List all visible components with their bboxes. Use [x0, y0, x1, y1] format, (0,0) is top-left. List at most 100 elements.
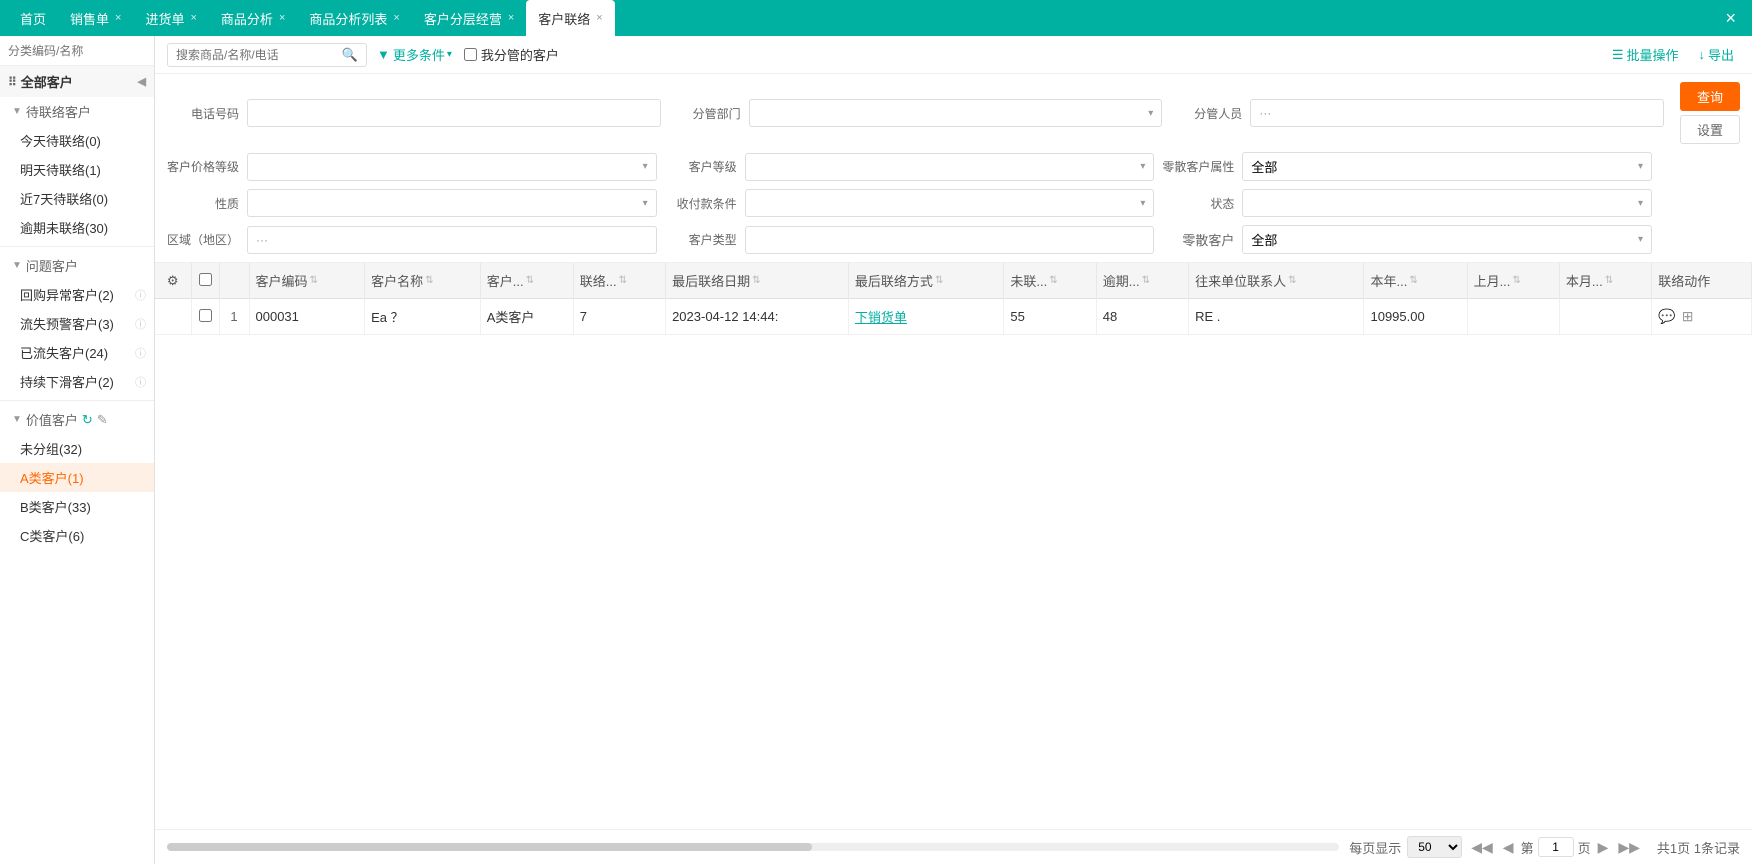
- th-this-month[interactable]: 本月... ⇅: [1559, 263, 1651, 299]
- info-icon-repurchase: ⓘ: [135, 287, 146, 303]
- sidebar-item-declining[interactable]: 持续下滑客户(2) ⓘ: [0, 367, 154, 396]
- status-select[interactable]: ▾: [1242, 189, 1652, 217]
- th-this-year[interactable]: 本年... ⇅: [1364, 263, 1467, 299]
- manager-more[interactable]: ···: [1259, 106, 1271, 120]
- close-customer-tier[interactable]: ×: [508, 12, 514, 24]
- phone-input[interactable]: [247, 99, 661, 127]
- content-area: 🔍 ▼ 更多条件 ▾ 我分管的客户 ☰ 批量操作 ↓ 导出: [155, 36, 1752, 864]
- per-page-select[interactable]: 50 20 100: [1407, 836, 1462, 858]
- page-num-input[interactable]: [1538, 837, 1574, 857]
- close-customer-contact[interactable]: ×: [596, 12, 602, 24]
- nav-analysis[interactable]: 商品分析 ×: [209, 0, 297, 36]
- sidebar-item-b-class[interactable]: B类客户(33): [0, 492, 154, 521]
- export-btn[interactable]: ↓ 导出: [1692, 42, 1740, 67]
- th-not-contacted[interactable]: 未联... ⇅: [1004, 263, 1096, 299]
- td-last-date: 2023-04-12 14:44:: [666, 299, 849, 335]
- th-settings[interactable]: ⚙: [155, 263, 191, 299]
- problem-customers-group[interactable]: ▼ 问题客户: [0, 251, 154, 280]
- nature-select[interactable]: ▾: [247, 189, 657, 217]
- chat-icon[interactable]: 💬: [1658, 308, 1675, 325]
- manager-select[interactable]: ···: [1250, 99, 1664, 127]
- sidebar-item-churn-warn[interactable]: 流失预警客户(3) ⓘ: [0, 309, 154, 338]
- payment-select[interactable]: ▾: [745, 189, 1155, 217]
- th-code[interactable]: 客户编码 ⇅: [249, 263, 365, 299]
- close-analysis-list[interactable]: ×: [393, 12, 399, 24]
- last-method-link[interactable]: 下销货单: [855, 310, 907, 325]
- sidebar-item-overdue[interactable]: 逾期未联络(30): [0, 213, 154, 242]
- my-customers-input[interactable]: [464, 48, 477, 61]
- sort-icon-this-month: ⇅: [1605, 275, 1613, 286]
- table-area: ⚙ 客户编码 ⇅ 客户名称: [155, 263, 1752, 829]
- sidebar-item-7days[interactable]: 近7天待联络(0): [0, 184, 154, 213]
- region-more[interactable]: ···: [256, 233, 268, 247]
- nav-purchase[interactable]: 进货单 ×: [133, 0, 208, 36]
- nav-sales[interactable]: 销售单 ×: [58, 0, 133, 36]
- nav-customer-tier[interactable]: 客户分层经营 ×: [412, 0, 526, 36]
- payment-field: 收付款条件 ▾: [665, 189, 1155, 217]
- my-customers-checkbox[interactable]: 我分管的客户: [464, 45, 559, 64]
- retail-customer-field: 零散客户 全部 ▾: [1162, 225, 1652, 254]
- qr-icon[interactable]: ⊞: [1682, 308, 1694, 325]
- nav-customer-contact[interactable]: 客户联络 ×: [526, 0, 614, 36]
- th-contact[interactable]: 联络... ⇅: [573, 263, 665, 299]
- td-check[interactable]: [191, 299, 219, 335]
- settings-btn[interactable]: 设置: [1680, 115, 1740, 144]
- th-last-date[interactable]: 最后联络日期 ⇅: [666, 263, 849, 299]
- th-unit-contact[interactable]: 往来单位联系人 ⇅: [1189, 263, 1364, 299]
- td-overdue: 48: [1096, 299, 1188, 335]
- close-all-btn[interactable]: ×: [1717, 8, 1744, 29]
- value-refresh-icon[interactable]: ↻: [82, 412, 93, 428]
- filter-search-input[interactable]: [176, 48, 342, 62]
- td-this-year: 10995.00: [1364, 299, 1467, 335]
- row-checkbox[interactable]: [199, 309, 212, 322]
- th-overdue[interactable]: 逾期... ⇅: [1096, 263, 1188, 299]
- retail-attr-select[interactable]: 全部 ▾: [1242, 152, 1652, 181]
- value-customers-group[interactable]: ▼ 价值客户 ↻ ✎: [0, 405, 154, 434]
- sidebar-item-repurchase[interactable]: 回购异常客户(2) ⓘ: [0, 280, 154, 309]
- h-scrollbar-thumb[interactable]: [167, 843, 812, 851]
- dept-select[interactable]: ▾: [749, 99, 1163, 127]
- sidebar-item-tomorrow[interactable]: 明天待联络(1): [0, 155, 154, 184]
- close-purchase[interactable]: ×: [190, 12, 196, 24]
- sidebar-item-ungrouped[interactable]: 未分组(32): [0, 434, 154, 463]
- batch-icon: ☰: [1612, 47, 1624, 63]
- collapse-sidebar-btn[interactable]: ◀: [138, 75, 146, 88]
- customer-type-input[interactable]: [745, 226, 1155, 254]
- h-scrollbar[interactable]: [167, 843, 1339, 851]
- select-all-checkbox[interactable]: [199, 273, 212, 286]
- prev-page-btn[interactable]: ◀: [1500, 839, 1517, 856]
- td-action: 💬 ⊞: [1652, 299, 1752, 335]
- nav-analysis-list[interactable]: 商品分析列表 ×: [297, 0, 411, 36]
- sidebar-item-a-class[interactable]: A类客户(1): [0, 463, 154, 492]
- all-customers-header[interactable]: ⠿ 全部客户 ◀: [0, 66, 154, 97]
- sidebar-item-c-class[interactable]: C类客户(6): [0, 521, 154, 550]
- filter-row-1: 电话号码 分管部门 ▾ 分管人员 ···: [167, 82, 1740, 144]
- phone-field: 电话号码: [167, 99, 661, 127]
- th-check[interactable]: [191, 263, 219, 299]
- batch-operation-btn[interactable]: ☰ 批量操作: [1606, 42, 1685, 67]
- sidebar-search-input[interactable]: [8, 44, 155, 58]
- sidebar-item-churned[interactable]: 已流失客户(24) ⓘ: [0, 338, 154, 367]
- pending-contact-group[interactable]: ▼ 待联络客户: [0, 97, 154, 126]
- close-analysis[interactable]: ×: [279, 12, 285, 24]
- nav-home[interactable]: 首页: [8, 0, 58, 36]
- customer-level-select[interactable]: ▾: [745, 153, 1155, 181]
- next-page-btn[interactable]: ▶: [1595, 839, 1612, 856]
- more-conditions-btn[interactable]: ▼ 更多条件 ▾: [377, 45, 452, 64]
- query-btn[interactable]: 查询: [1680, 82, 1740, 111]
- sort-icon-method: ⇅: [935, 275, 943, 286]
- retail-customer-select[interactable]: 全部 ▾: [1242, 225, 1652, 254]
- sort-icon-date: ⇅: [752, 275, 760, 286]
- th-name[interactable]: 客户名称 ⇅: [365, 263, 481, 299]
- value-edit-icon[interactable]: ✎: [97, 412, 108, 428]
- th-last-month[interactable]: 上月... ⇅: [1467, 263, 1559, 299]
- sidebar-item-today[interactable]: 今天待联络(0): [0, 126, 154, 155]
- first-page-btn[interactable]: ◀◀: [1468, 839, 1496, 856]
- last-page-btn[interactable]: ▶▶: [1615, 839, 1643, 856]
- th-last-method[interactable]: 最后联络方式 ⇅: [848, 263, 1003, 299]
- close-sales[interactable]: ×: [115, 12, 121, 24]
- th-type[interactable]: 客户... ⇅: [480, 263, 573, 299]
- price-level-select[interactable]: ▾: [247, 153, 657, 181]
- filter-search-icon[interactable]: 🔍: [342, 47, 358, 63]
- region-select[interactable]: ···: [247, 226, 657, 254]
